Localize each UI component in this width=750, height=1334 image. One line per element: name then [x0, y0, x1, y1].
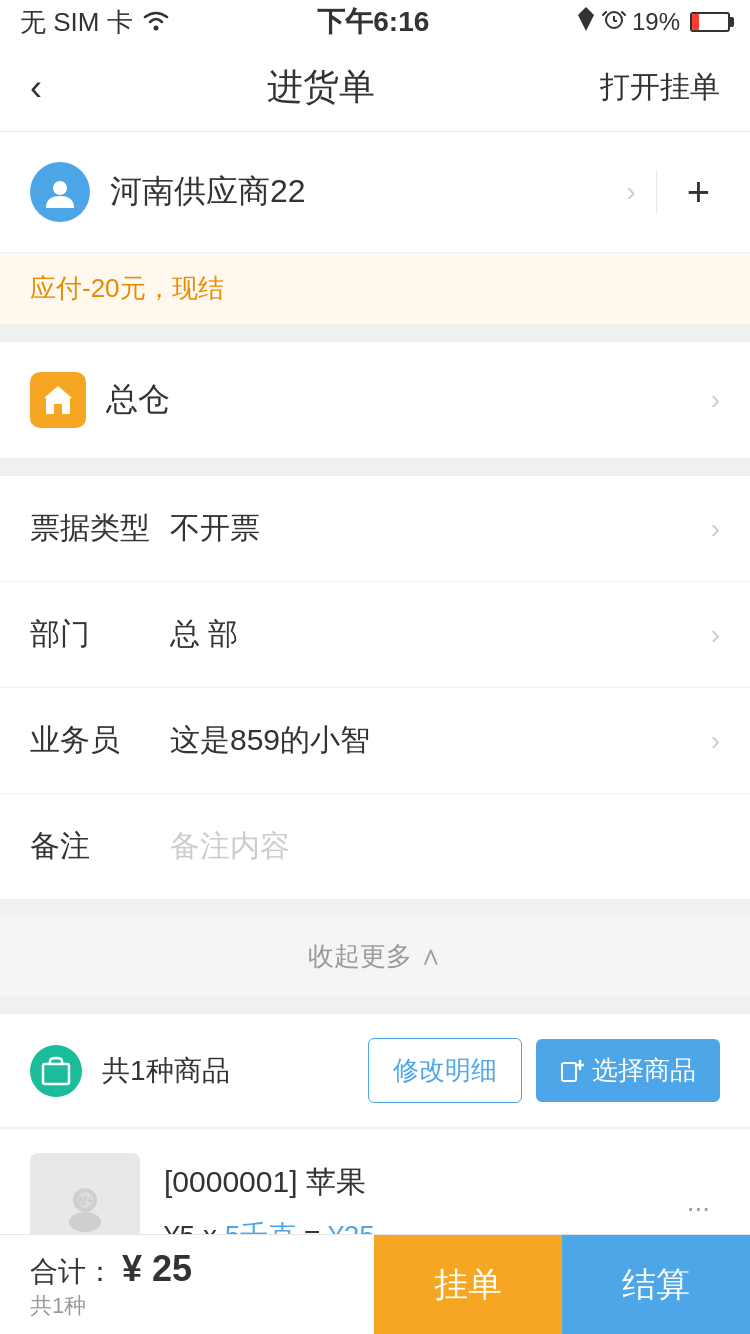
svg-text:智+: 智+ [77, 1195, 93, 1206]
remark-row[interactable]: 备注 备注内容 [0, 794, 750, 899]
supplier-avatar [30, 162, 90, 222]
battery-icon [690, 12, 730, 32]
form-section: 票据类型 不开票 › 部门 总 部 › 业务员 这是859的小智 › 备注 备注… [0, 476, 750, 899]
svg-rect-7 [54, 404, 62, 414]
product-title: 苹果 [306, 1165, 366, 1198]
staff-chevron-icon: › [711, 725, 720, 757]
notice-bar: 应付-20元，现结 [0, 253, 750, 324]
staff-row[interactable]: 业务员 这是859的小智 › [0, 688, 750, 794]
select-product-label: 选择商品 [592, 1053, 696, 1088]
warehouse-chevron-icon: › [711, 384, 720, 416]
warehouse-name: 总仓 [106, 378, 711, 422]
remark-label: 备注 [30, 826, 170, 867]
invoice-row[interactable]: 票据类型 不开票 › [0, 476, 750, 582]
department-value: 总 部 [170, 614, 711, 655]
invoice-value: 不开票 [170, 508, 711, 549]
open-hold-button[interactable]: 打开挂单 [600, 67, 720, 108]
status-bar: 无 SIM 卡 下午6:16 19% [0, 0, 750, 44]
page-title: 进货单 [267, 63, 375, 112]
carrier-label: 无 SIM 卡 [20, 5, 133, 40]
invoice-chevron-icon: › [711, 513, 720, 545]
warehouse-icon [30, 372, 86, 428]
svg-point-13 [69, 1212, 101, 1232]
nav-bar: ‹ 进货单 打开挂单 [0, 44, 750, 132]
remark-input[interactable]: 备注内容 [170, 826, 720, 867]
supplier-section: 河南供应商22 › + 应付-20元，现结 [0, 132, 750, 324]
status-right: 19% [576, 7, 730, 37]
checkout-button[interactable]: 结算 [562, 1235, 750, 1335]
products-header: 共1种商品 修改明细 选择商品 [0, 1014, 750, 1127]
svg-point-0 [153, 25, 158, 30]
supplier-row-right: › + [626, 170, 720, 215]
select-product-button[interactable]: 选择商品 [536, 1039, 720, 1102]
department-chevron-icon: › [711, 619, 720, 651]
add-button[interactable]: + [677, 170, 720, 215]
supplier-name: 河南供应商22 [110, 170, 626, 214]
bottom-bar: 合计： ¥ 25 共1种 挂单 结算 [0, 1234, 750, 1334]
invoice-label: 票据类型 [30, 508, 170, 549]
hold-button[interactable]: 挂单 [374, 1235, 562, 1335]
collapse-label: 收起更多 ∧ [308, 941, 441, 971]
main-content: 河南供应商22 › + 应付-20元，现结 总仓 › [0, 132, 750, 1334]
status-left: 无 SIM 卡 [20, 5, 171, 40]
collapse-button[interactable]: 收起更多 ∧ [0, 917, 750, 996]
staff-label: 业务员 [30, 720, 170, 761]
products-icon [30, 1045, 82, 1097]
edit-detail-button[interactable]: 修改明细 [368, 1038, 522, 1103]
total-text: 合计： [30, 1253, 114, 1291]
svg-rect-9 [562, 1063, 576, 1081]
chevron-right-icon: › [626, 176, 635, 208]
warehouse-section: 总仓 › [0, 342, 750, 458]
product-name: [0000001] 苹果 [164, 1162, 677, 1203]
supplier-row[interactable]: 河南供应商22 › + [0, 132, 750, 253]
svg-rect-8 [43, 1064, 69, 1084]
total-amount: ¥ 25 [122, 1248, 192, 1290]
warehouse-row[interactable]: 总仓 › [0, 342, 750, 458]
staff-value: 这是859的小智 [170, 720, 711, 761]
svg-point-4 [53, 181, 67, 195]
alarm-icon [602, 7, 626, 37]
notice-text: 应付-20元，现结 [30, 273, 224, 303]
product-code: [0000001] [164, 1165, 306, 1198]
total-count: 共1种 [30, 1291, 344, 1321]
status-time: 下午6:16 [317, 3, 429, 41]
back-button[interactable]: ‹ [30, 67, 42, 109]
products-count: 共1种商品 [102, 1052, 368, 1090]
svg-marker-6 [44, 386, 72, 398]
total-label: 合计： ¥ 25 [30, 1248, 344, 1291]
department-label: 部门 [30, 614, 170, 655]
location-icon [576, 7, 596, 37]
wifi-icon [141, 7, 171, 38]
total-section: 合计： ¥ 25 共1种 [0, 1248, 374, 1321]
battery-label: 19% [632, 8, 680, 36]
product-more-button[interactable]: ··· [677, 1182, 720, 1234]
vertical-divider [656, 170, 657, 214]
department-row[interactable]: 部门 总 部 › [0, 582, 750, 688]
